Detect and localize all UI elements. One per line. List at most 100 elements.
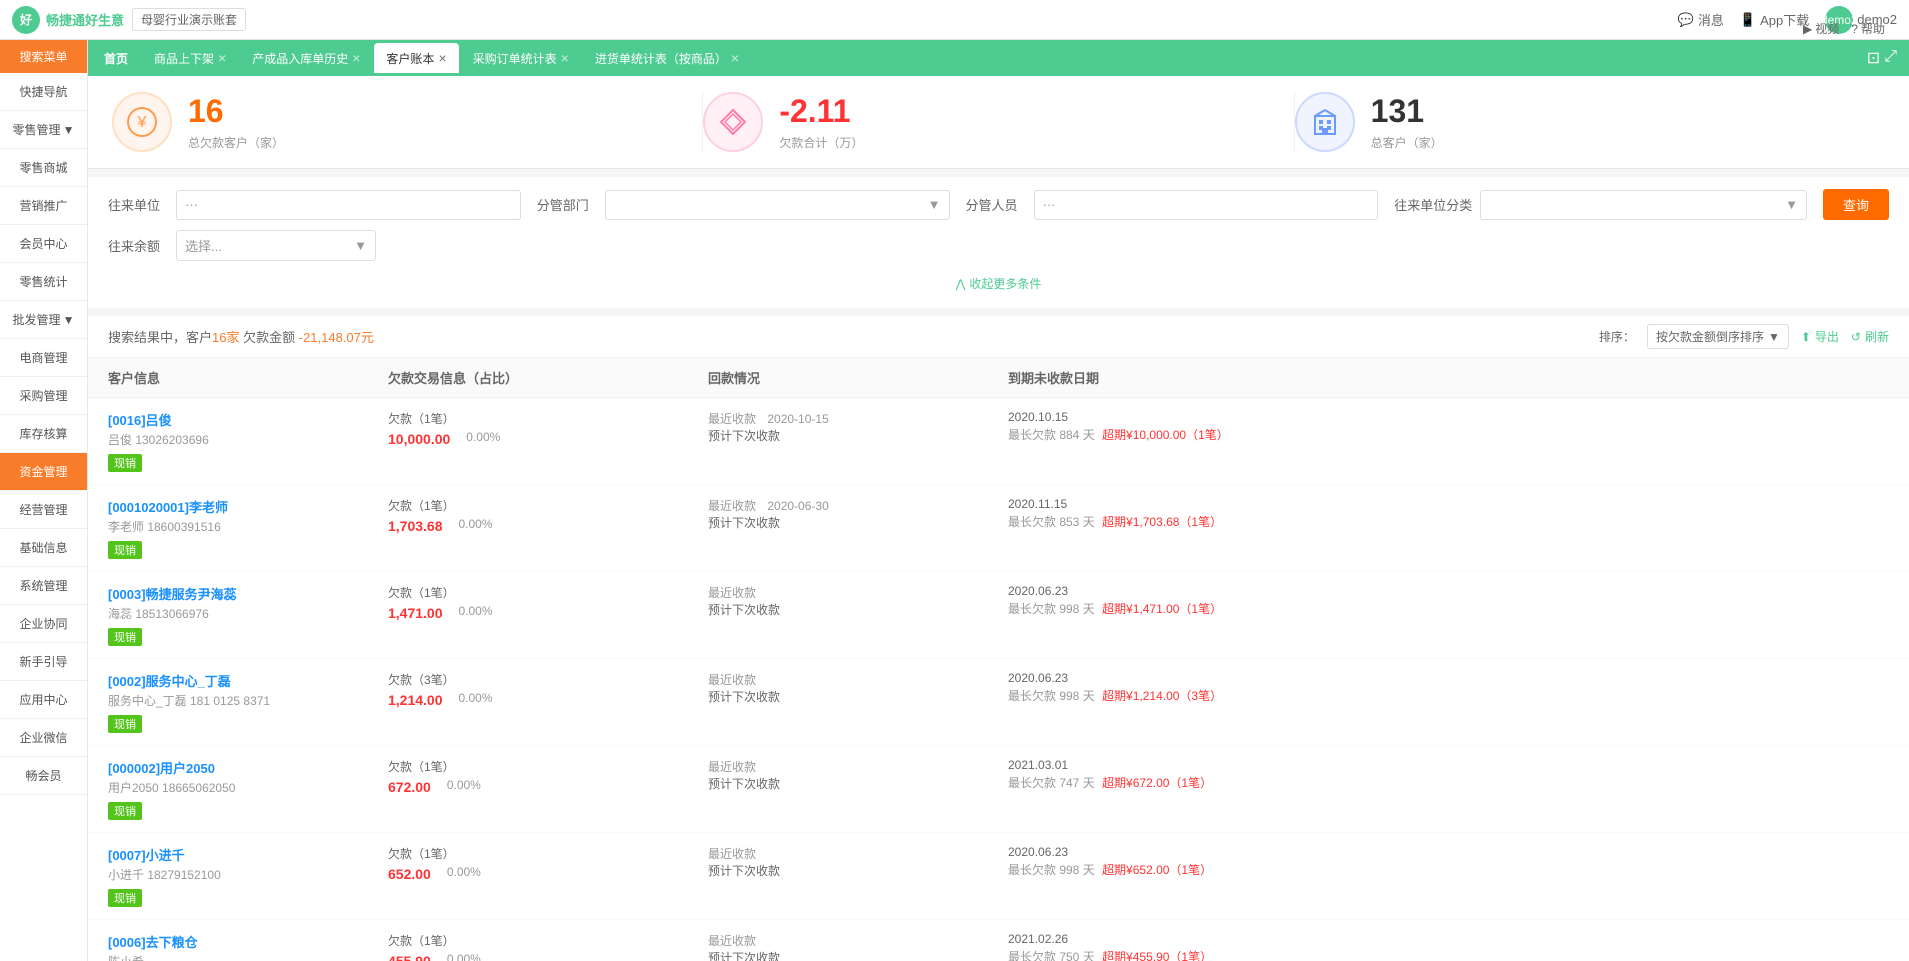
sidebar-item-enterprise-wechat[interactable]: 企业微信 [0, 719, 87, 757]
last-pay-label-0: 最近收款 [708, 412, 756, 426]
next-pay-label-1: 预计下次收款 [708, 514, 1008, 531]
debt-percent-4: 0.00% [447, 778, 481, 792]
sidebar-item-enterprise-collab[interactable]: 企业协同 [0, 605, 87, 643]
overdue-link-4[interactable]: 超期¥672.00（1笔） [1102, 776, 1212, 790]
overdue-link-2[interactable]: 超期¥1,471.00（1笔） [1102, 602, 1222, 616]
data-table: 客户信息 欠款交易信息（占比） 回款情况 到期未收款日期 [0016]吕俊 吕俊… [88, 358, 1909, 961]
customer-cell-2: [0003]畅捷服务尹海蕊 海蕊 18513066976 现销 [108, 584, 388, 646]
sidebar-item-ecommerce-mgmt[interactable]: 电商管理 [0, 339, 87, 377]
stat-number-2: -2.11 [779, 93, 863, 130]
tab-close-purchase-stats[interactable]: × [561, 50, 569, 66]
sort-select[interactable]: 按欠款金额倒序排序 ▼ [1647, 324, 1789, 349]
customer-tag-5: 现销 [108, 889, 142, 907]
overdue-link-1[interactable]: 超期¥1,703.68（1笔） [1102, 515, 1222, 529]
customer-name-5[interactable]: [0007]小进千 [108, 845, 388, 864]
customer-name-3[interactable]: [0002]服务中心_丁磊 [108, 671, 388, 690]
unit-category-select[interactable]: ▼ [1480, 190, 1807, 220]
sidebar-item-vip-member[interactable]: 畅会员 [0, 757, 87, 795]
debt-amount-0[interactable]: 10,000.00 [388, 431, 450, 447]
debt-cell-2: 欠款（1笔） 1,471.00 0.00% [388, 584, 708, 621]
recovery-cell-0: 最近收款 2020-10-15 预计下次收款 [708, 410, 1008, 444]
tab-home[interactable]: 首页 [92, 43, 140, 73]
refresh-btn[interactable]: ↺ 刷新 [1851, 328, 1889, 345]
customer-info-2: 海蕊 18513066976 [108, 605, 388, 622]
sidebar-item-capital-mgmt[interactable]: 资金管理 [0, 453, 87, 491]
table-row: [0016]吕俊 吕俊 13026203696 现销 欠款（1笔） 10,000… [88, 398, 1909, 485]
sidebar-item-marketing[interactable]: 营销推广 [0, 187, 87, 225]
main-layout: 搜索菜单 快捷导航 零售管理 ▼ 零售商城 营销推广 会员中心 零售统计 批发管… [0, 40, 1909, 961]
sidebar-item-new-guide[interactable]: 新手引导 [0, 643, 87, 681]
customer-cell-3: [0002]服务中心_丁磊 服务中心_丁磊 181 0125 8371 现销 [108, 671, 388, 733]
customer-cell-0: [0016]吕俊 吕俊 13026203696 现销 [108, 410, 388, 472]
manager-input[interactable]: ··· [1034, 190, 1379, 220]
customer-name-0[interactable]: [0016]吕俊 [108, 410, 388, 429]
tab-purchase-stats[interactable]: 采购订单统计表 × [461, 43, 581, 73]
department-label: 分管部门 [537, 195, 597, 214]
overdue-cell-5: 2020.06.23 最长欠款 998 天 超期¥652.00（1笔） [1008, 845, 1889, 878]
sidebar-item-app-center[interactable]: 应用中心 [0, 681, 87, 719]
source-unit-input[interactable]: ··· [176, 190, 521, 220]
tab-close-production-history[interactable]: × [352, 50, 360, 66]
sidebar-item-inventory-check[interactable]: 库存核算 [0, 415, 87, 453]
debt-amount-1[interactable]: 1,703.68 [388, 518, 443, 534]
debt-percent-0: 0.00% [466, 430, 500, 444]
debt-amount-3[interactable]: 1,214.00 [388, 692, 443, 708]
header-recovery: 回款情况 [708, 368, 1008, 387]
tab-close-products-status[interactable]: × [218, 50, 226, 66]
tab-close-customer-account[interactable]: × [438, 50, 446, 66]
customer-tag-2: 现销 [108, 628, 142, 646]
tab-products-status[interactable]: 商品上下架 × [142, 43, 238, 73]
search-button[interactable]: 查询 [1823, 189, 1889, 220]
tab-expand-icon[interactable]: ⤢ [1884, 48, 1897, 68]
overdue-cell-4: 2021.03.01 最长欠款 747 天 超期¥672.00（1笔） [1008, 758, 1889, 791]
sidebar-item-purchase-mgmt[interactable]: 采购管理 [0, 377, 87, 415]
tenant-name[interactable]: 母婴行业演示账套 [132, 8, 246, 31]
sidebar-item-retail-stats[interactable]: 零售统计 [0, 263, 87, 301]
tab-actions: ⊡ ⤢ [1859, 48, 1905, 68]
sidebar-item-operations-mgmt[interactable]: 经营管理 [0, 491, 87, 529]
tab-window-icon[interactable]: ⊡ [1867, 48, 1880, 68]
sidebar-item-basic-info[interactable]: 基础信息 [0, 529, 87, 567]
sidebar-item-member-center[interactable]: 会员中心 [0, 225, 87, 263]
unit-category-label: 往来单位分类 [1394, 195, 1472, 214]
customer-name-1[interactable]: [0001020001]李老师 [108, 497, 388, 516]
sidebar-quick-nav[interactable]: 快捷导航 [0, 73, 87, 111]
customer-name-2[interactable]: [0003]畅捷服务尹海蕊 [108, 584, 388, 603]
debt-amount-5[interactable]: 652.00 [388, 866, 431, 882]
search-menu-btn[interactable]: 搜索菜单 [0, 40, 87, 73]
sidebar-item-system-mgmt[interactable]: 系统管理 [0, 567, 87, 605]
tab-close-purchase-goods-stats[interactable]: × [731, 50, 739, 66]
sidebar-label-retail-mgmt: 零售管理 [13, 121, 61, 138]
overdue-link-5[interactable]: 超期¥652.00（1笔） [1102, 863, 1212, 877]
export-btn[interactable]: ⬆ 导出 [1801, 328, 1839, 345]
overdue-cell-3: 2020.06.23 最长欠款 998 天 超期¥1,214.00（3笔） [1008, 671, 1889, 704]
customer-name-4[interactable]: [000002]用户2050 [108, 758, 388, 777]
balance-select[interactable]: 选择... ▼ [176, 230, 376, 261]
debt-amount-2[interactable]: 1,471.00 [388, 605, 443, 621]
recovery-cell-3: 最近收款 预计下次收款 [708, 671, 1008, 705]
tab-production-history[interactable]: 产成品入库单历史 × [240, 43, 372, 73]
overdue-link-3[interactable]: 超期¥1,214.00（3笔） [1102, 689, 1222, 703]
overdue-link-0[interactable]: 超期¥10,000.00（1笔） [1102, 428, 1229, 442]
overdue-date-1: 2020.11.15 [1008, 497, 1889, 511]
department-select[interactable]: ▼ [605, 190, 950, 220]
stats-bar: ¥ 16 总欠款客户（家） [88, 76, 1909, 169]
sidebar-item-wholesale-mgmt[interactable]: 批发管理 ▼ [0, 301, 87, 339]
app-download-btn[interactable]: 📱 App下载 [1740, 10, 1809, 29]
sidebar-item-retail-mall[interactable]: 零售商城 [0, 149, 87, 187]
content-area: ¥ 16 总欠款客户（家） [88, 76, 1909, 961]
table-row: [0003]畅捷服务尹海蕊 海蕊 18513066976 现销 欠款（1笔） 1… [88, 572, 1909, 659]
recovery-label-1: 最近收款 2020-06-30 [708, 497, 1008, 514]
message-btn[interactable]: 💬 消息 [1678, 10, 1724, 29]
overdue-date-4: 2021.03.01 [1008, 758, 1889, 772]
debt-amount-6[interactable]: 455.90 [388, 953, 431, 961]
debt-percent-5: 0.00% [447, 865, 481, 879]
overdue-link-6[interactable]: 超期¥455.90（1笔） [1102, 950, 1212, 961]
overdue-date-3: 2020.06.23 [1008, 671, 1889, 685]
tab-customer-account[interactable]: 客户账本 × [374, 43, 458, 73]
collapse-filters-btn[interactable]: ⋀ 收起更多条件 [108, 271, 1889, 296]
customer-name-6[interactable]: [0006]去下粮仓 [108, 932, 388, 951]
debt-amount-4[interactable]: 672.00 [388, 779, 431, 795]
sidebar-item-retail-mgmt[interactable]: 零售管理 ▼ [0, 111, 87, 149]
tab-purchase-goods-stats[interactable]: 进货单统计表（按商品） × [583, 43, 751, 73]
